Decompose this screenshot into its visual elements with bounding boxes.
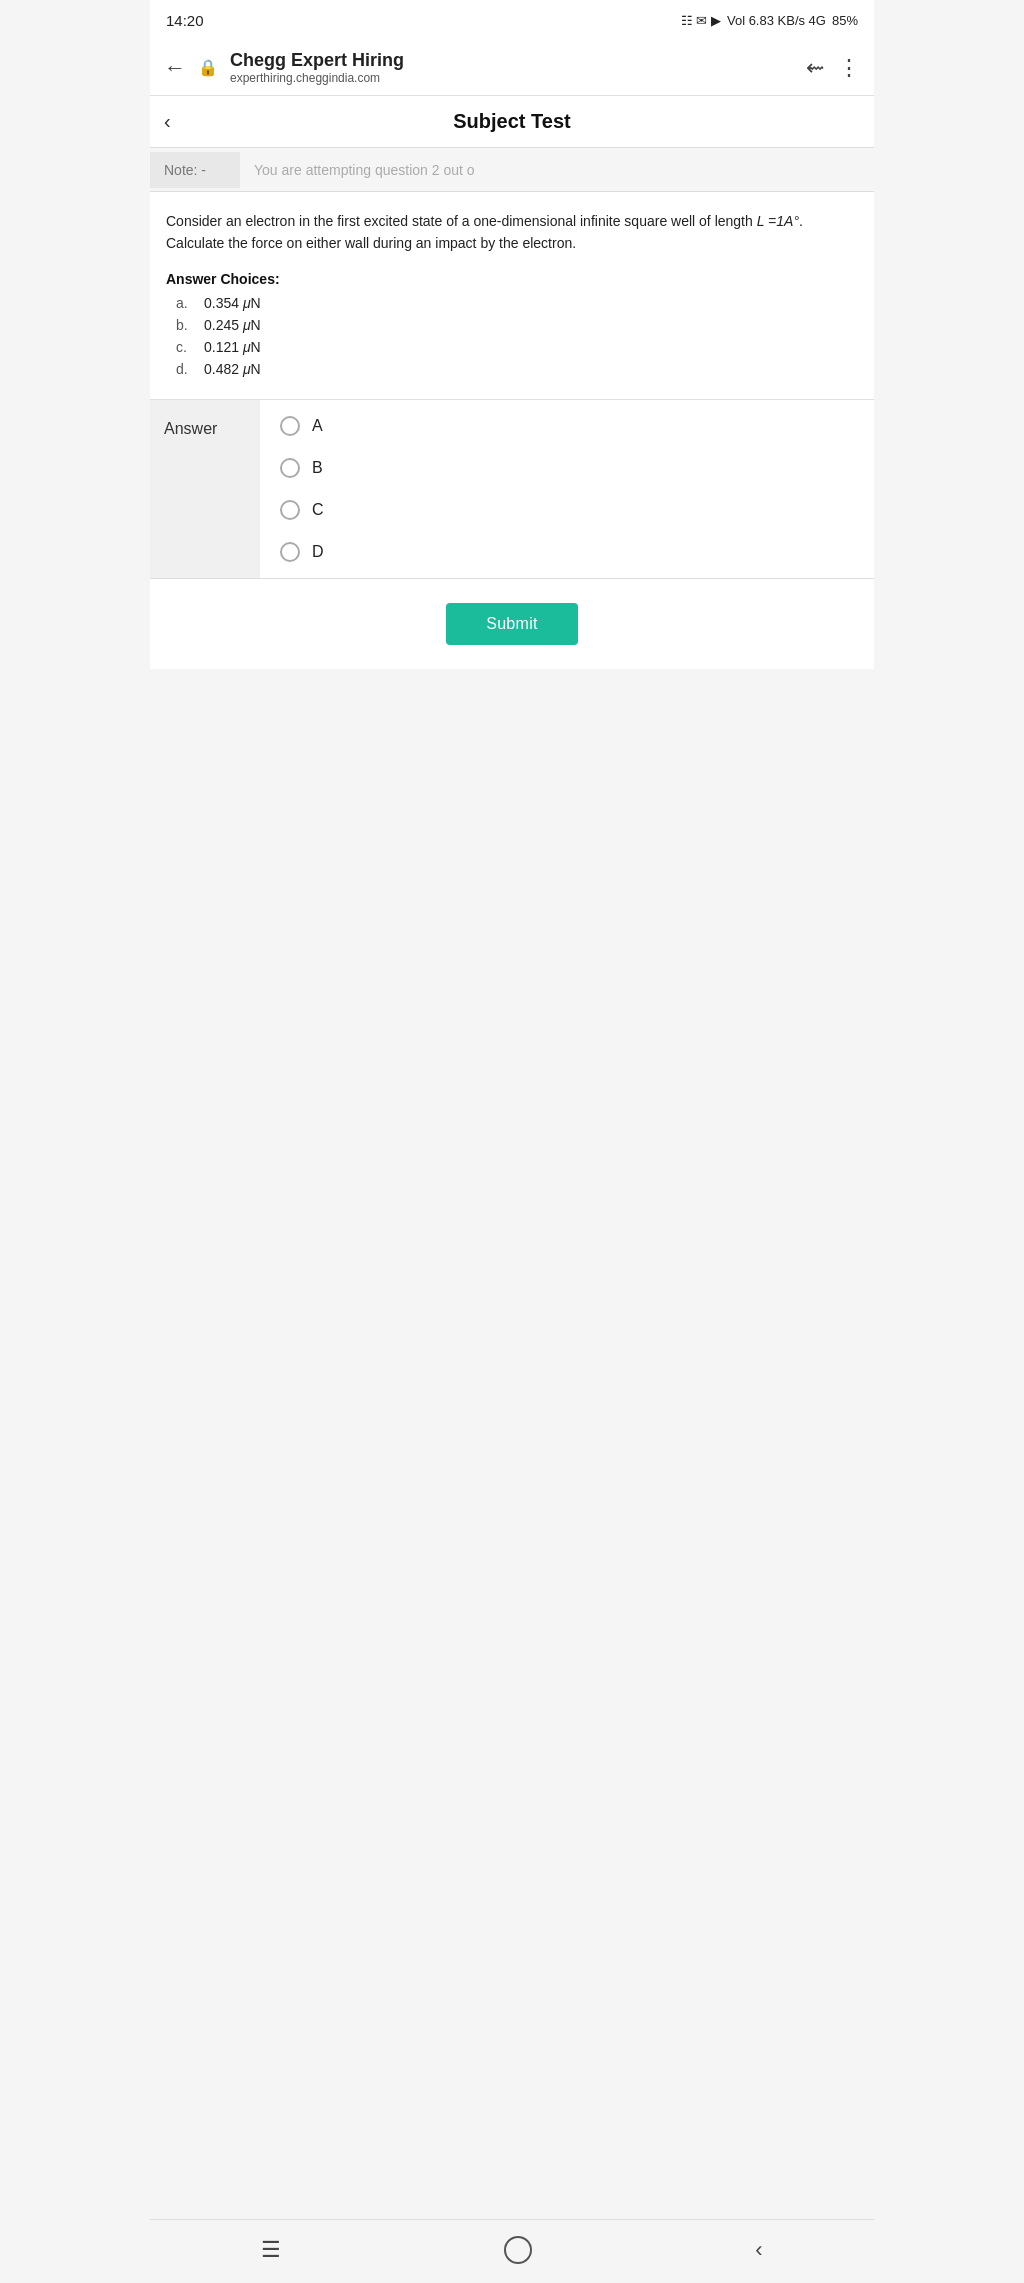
status-bar: 14:20 ☷ ✉ ▶ Vol 6.83 KB/s 4G 85% [150,0,874,40]
browser-url-block: Chegg Expert Hiring experthiring.cheggin… [230,50,794,85]
radio-label-d: D [312,543,324,561]
submit-button[interactable]: Submit [446,603,578,645]
choice-d-letter: d. [176,361,196,377]
browser-url: experthiring.cheggindia.com [230,71,794,85]
answer-options: A B C D [260,400,874,578]
radio-option-a[interactable]: A [280,416,854,436]
radio-circle-c[interactable] [280,500,300,520]
radio-option-d[interactable]: D [280,542,854,562]
more-options-icon[interactable]: ⋮ [838,55,860,81]
note-text: You are attempting question 2 out o [240,152,489,188]
status-icons: ☷ ✉ ▶ [681,13,721,28]
radio-option-b[interactable]: B [280,458,854,478]
radio-label-c: C [312,501,324,519]
browser-bar: ← 🔒 Chegg Expert Hiring experthiring.che… [150,40,874,96]
radio-label-a: A [312,417,323,435]
question-section: Consider an electron in the first excite… [150,192,874,400]
browser-title: Chegg Expert Hiring [230,50,794,71]
choice-d: d. 0.482 μN [176,361,858,377]
choice-a: a. 0.354 μN [176,295,858,311]
radio-label-b: B [312,459,323,477]
choice-c-letter: c. [176,339,196,355]
bottom-nav: ☰ ‹ [150,2219,874,2283]
nav-menu-button[interactable]: ☰ [261,2237,281,2263]
share-icon[interactable]: ⇜ [806,55,824,81]
radio-circle-d[interactable] [280,542,300,562]
math-L: L =1A° [757,213,799,229]
submit-area: Submit [150,579,874,669]
radio-option-c[interactable]: C [280,500,854,520]
question-text: Consider an electron in the first excite… [166,210,858,255]
page-title: Subject Test [453,110,570,133]
answer-choices-list: a. 0.354 μN b. 0.245 μN c. 0.121 μN d. 0… [166,295,858,377]
radio-circle-a[interactable] [280,416,300,436]
battery-level: 85% [832,13,858,28]
choice-b-letter: b. [176,317,196,333]
radio-circle-b[interactable] [280,458,300,478]
answer-section: Answer A B C D [150,400,874,579]
note-label: Note: - [150,152,240,188]
choice-b: b. 0.245 μN [176,317,858,333]
status-right: ☷ ✉ ▶ Vol 6.83 KB/s 4G 85% [681,13,858,28]
browser-back-button[interactable]: ← [164,55,186,81]
page-back-button[interactable]: ‹ [164,110,171,133]
lock-icon: 🔒 [198,58,218,77]
answer-label: Answer [150,400,260,578]
page-header: ‹ Subject Test [150,96,874,148]
network-info: Vol 6.83 KB/s 4G [727,13,826,28]
note-bar: Note: - You are attempting question 2 ou… [150,148,874,192]
choice-a-value: 0.354 μN [204,295,261,311]
choice-c-value: 0.121 μN [204,339,261,355]
status-time: 14:20 [166,12,204,29]
nav-back-button[interactable]: ‹ [755,2237,762,2263]
choice-b-value: 0.245 μN [204,317,261,333]
browser-actions: ⇜ ⋮ [806,55,860,81]
choice-c: c. 0.121 μN [176,339,858,355]
choice-a-letter: a. [176,295,196,311]
choice-d-value: 0.482 μN [204,361,261,377]
nav-home-button[interactable] [504,2236,532,2264]
answer-choices-label: Answer Choices: [166,271,858,287]
